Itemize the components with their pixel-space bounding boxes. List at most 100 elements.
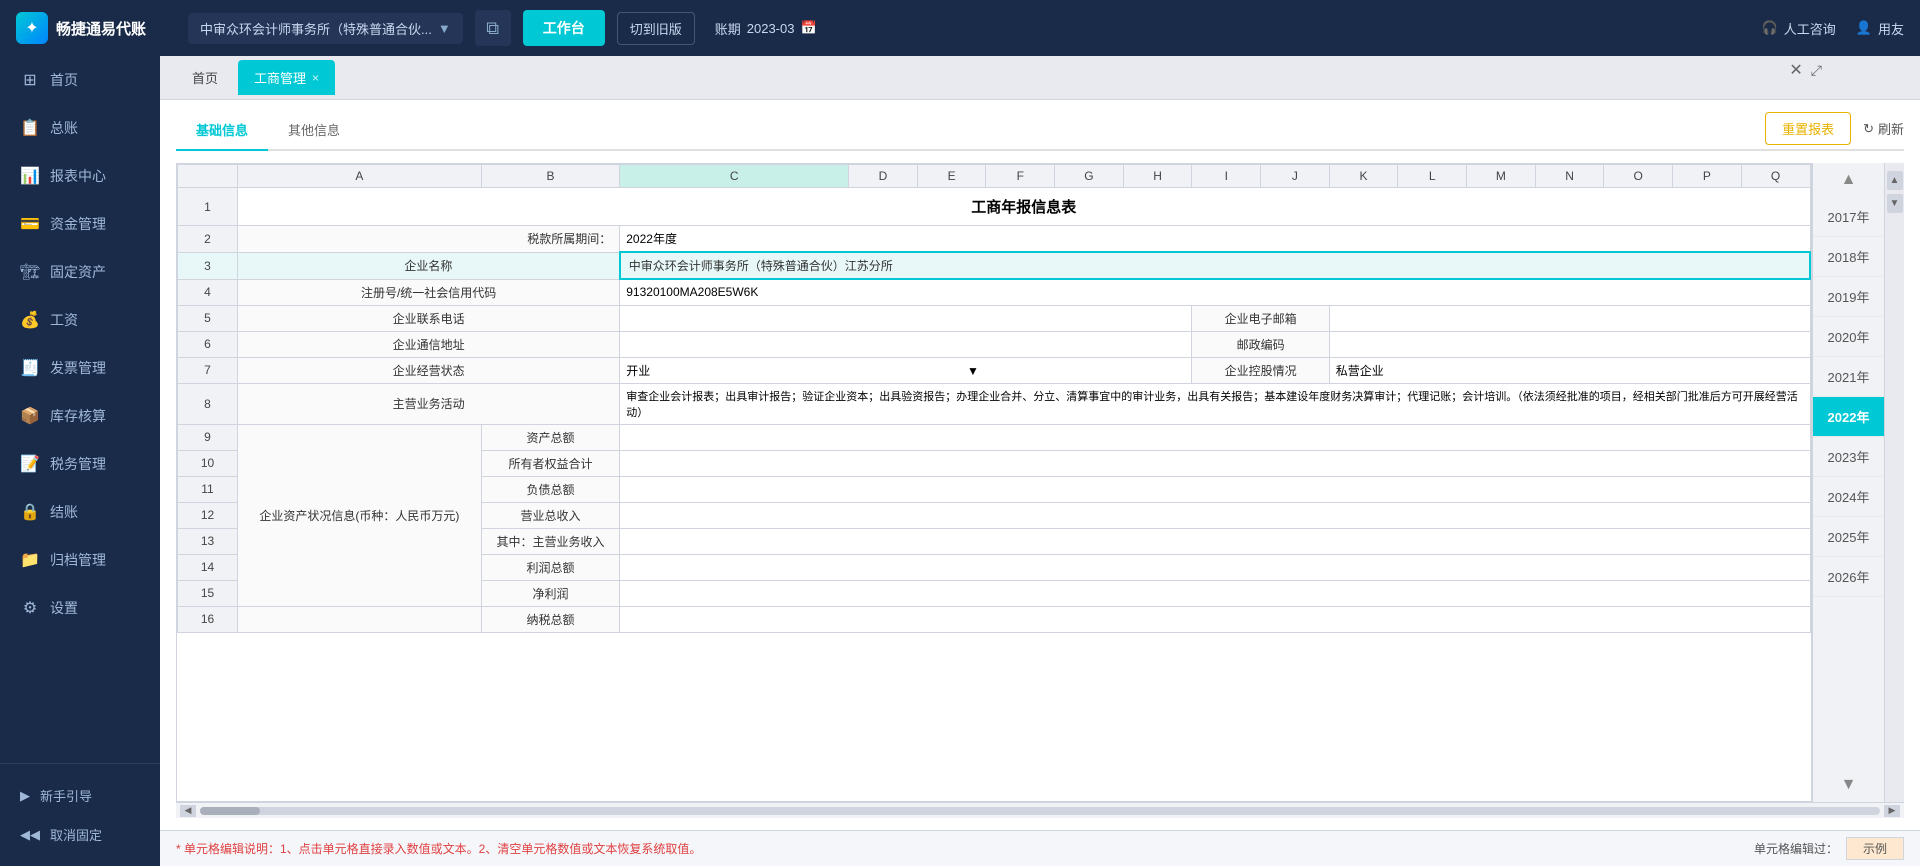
main-revenue-value[interactable]	[620, 528, 1810, 554]
sidebar-label-home: 首页	[50, 70, 78, 90]
debt-label: 负债总额	[481, 476, 619, 502]
col-J: J	[1261, 165, 1330, 188]
sidebar-item-fixed-asset[interactable]: 🏗 固定资产	[0, 248, 160, 296]
email-label: 企业电子邮箱	[1192, 305, 1329, 331]
sidebar-label-tax: 税务管理	[50, 454, 106, 474]
year-2024[interactable]: 2024年	[1813, 477, 1884, 517]
sidebar-scroll: ⊞ 首页 📋 总账 📊 报表中心 💳 资金管理 🏗 固定资产 💰 工资	[0, 56, 160, 763]
user-area[interactable]: 👤 用友	[1856, 19, 1904, 38]
scroll-left-button[interactable]: ◀	[180, 805, 196, 817]
year-2026[interactable]: 2026年	[1813, 557, 1884, 597]
year-2022[interactable]: 2022年	[1813, 397, 1884, 437]
tab-business[interactable]: 工商管理 ×	[238, 60, 335, 95]
row-num-10: 10	[178, 450, 238, 476]
sidebar-item-salary[interactable]: 💰 工资	[0, 296, 160, 344]
sidebar-item-ledger[interactable]: 📋 总账	[0, 104, 160, 152]
sub-tabs: 基础信息 其他信息 重置报表 ↻ 刷新	[176, 112, 1904, 151]
calendar-icon[interactable]: 📅	[800, 20, 816, 36]
main-biz-value[interactable]: 审查企业会计报表；出具审计报告；验证企业资本；出具验资报告；办理企业合并、分立、…	[620, 383, 1810, 424]
row-num-15: 15	[178, 580, 238, 606]
sidebar-item-tax[interactable]: 📝 税务管理	[0, 440, 160, 488]
workbench-button[interactable]: 工作台	[523, 10, 605, 46]
sidebar-item-inventory[interactable]: 📦 库存核算	[0, 392, 160, 440]
phone-value[interactable]	[620, 305, 1192, 331]
sub-tab-basic[interactable]: 基础信息	[176, 112, 268, 151]
tab-home[interactable]: 首页	[176, 60, 234, 95]
sidebar-item-report[interactable]: 📊 报表中心	[0, 152, 160, 200]
holding-value[interactable]: 私营企业	[1329, 357, 1810, 383]
sample-cell: 示例	[1846, 837, 1904, 860]
asset-value[interactable]	[620, 424, 1810, 450]
table-wrapper: A B C D E F G H I J K L	[176, 163, 1904, 802]
row-num-4: 4	[178, 279, 238, 305]
col-I: I	[1192, 165, 1261, 188]
sidebar-item-invoice[interactable]: 🧾 发票管理	[0, 344, 160, 392]
reset-report-button[interactable]: 重置报表	[1765, 112, 1851, 145]
table-row: 3 企业名称 中审众环会计师事务所（特殊普通合伙）江苏分所	[178, 252, 1811, 279]
net-profit-value[interactable]	[620, 580, 1810, 606]
sidebar-label-close: 结账	[50, 502, 78, 522]
tab-close-icon[interactable]: ×	[312, 71, 319, 85]
sidebar-item-home[interactable]: ⊞ 首页	[0, 56, 160, 104]
salary-icon: 💰	[20, 310, 40, 330]
revenue-total-label: 营业总收入	[481, 502, 619, 528]
sidebar-item-close[interactable]: 🔒 结账	[0, 488, 160, 536]
tax-total-value[interactable]	[620, 606, 1810, 632]
collapse-down-button[interactable]: ▼	[1887, 194, 1903, 213]
period-value-cell[interactable]: 2022年度	[620, 226, 1810, 253]
net-profit-label: 净利润	[481, 580, 619, 606]
row-num-8: 8	[178, 383, 238, 424]
col-F: F	[986, 165, 1055, 188]
sidebar-item-settings[interactable]: ⚙ 设置	[0, 584, 160, 632]
address-value[interactable]	[620, 331, 1192, 357]
service-button[interactable]: 🎧 人工咨询	[1762, 19, 1836, 38]
company-selector[interactable]: 中审众环会计师事务所（特殊普通合伙... ▼	[188, 13, 463, 44]
spreadsheet-table: A B C D E F G H I J K L	[177, 164, 1811, 633]
col-H: H	[1123, 165, 1192, 188]
year-2018[interactable]: 2018年	[1813, 237, 1884, 277]
revenue-total-value[interactable]	[620, 502, 1810, 528]
refresh-button[interactable]: ↻ 刷新	[1863, 119, 1904, 138]
main-layout: ⊞ 首页 📋 总账 📊 报表中心 💳 资金管理 🏗 固定资产 💰 工资	[0, 56, 1920, 866]
row-num-3: 3	[178, 252, 238, 279]
sidebar-item-archive[interactable]: 📁 归档管理	[0, 536, 160, 584]
col-B: B	[481, 165, 619, 188]
debt-value[interactable]	[620, 476, 1810, 502]
year-2023[interactable]: 2023年	[1813, 437, 1884, 477]
reg-code-value[interactable]: 91320100MA208E5W6K	[620, 279, 1810, 305]
horizontal-scrollbar[interactable]: ◀ ▶	[176, 802, 1904, 818]
scrollbar-thumb	[200, 807, 260, 815]
biz-status-value[interactable]: 开业 ▼	[620, 357, 1192, 383]
company-name-value[interactable]: 中审众环会计师事务所（特殊普通合伙）江苏分所	[620, 252, 1810, 279]
postcode-value[interactable]	[1329, 331, 1810, 357]
scrollbar-track[interactable]	[200, 807, 1880, 815]
scroll-right-button[interactable]: ▶	[1884, 805, 1900, 817]
year-2019[interactable]: 2019年	[1813, 277, 1884, 317]
sidebar-item-finance[interactable]: 💳 资金管理	[0, 200, 160, 248]
profit-value[interactable]	[620, 554, 1810, 580]
asset-label: 资产总额	[481, 424, 619, 450]
collapse-up-button[interactable]: ▲	[1887, 171, 1903, 190]
year-down-button[interactable]: ▼	[1837, 772, 1861, 798]
sub-tab-other[interactable]: 其他信息	[268, 112, 360, 151]
sidebar-item-new-guide[interactable]: ▶ 新手引导	[0, 776, 160, 815]
period-label-cell: 税款所属期间：	[238, 226, 620, 253]
spreadsheet-container[interactable]: A B C D E F G H I J K L	[176, 163, 1812, 802]
sidebar: ⊞ 首页 📋 总账 📊 报表中心 💳 资金管理 🏗 固定资产 💰 工资	[0, 56, 160, 866]
edit-note: * 单元格编辑说明：1、点击单元格直接录入数值或文本。2、清空单元格数值或文本恢…	[176, 840, 701, 857]
year-2020[interactable]: 2020年	[1813, 317, 1884, 357]
sidebar-item-unpin[interactable]: ◀◀ 取消固定	[0, 815, 160, 854]
copy-icon-btn[interactable]: ⧉	[475, 10, 511, 46]
address-label: 企业通信地址	[238, 331, 620, 357]
email-value[interactable]	[1329, 305, 1810, 331]
sidebar-label-inventory: 库存核算	[50, 406, 106, 426]
side-collapse: ▲ ▼	[1884, 163, 1904, 802]
year-2017[interactable]: 2017年	[1813, 197, 1884, 237]
equity-value[interactable]	[620, 450, 1810, 476]
user-label: 用友	[1878, 19, 1904, 38]
year-2021[interactable]: 2021年	[1813, 357, 1884, 397]
year-up-button[interactable]: ▲	[1837, 167, 1861, 193]
old-version-button[interactable]: 切到旧版	[617, 12, 695, 45]
year-2025[interactable]: 2025年	[1813, 517, 1884, 557]
row-num-7: 7	[178, 357, 238, 383]
